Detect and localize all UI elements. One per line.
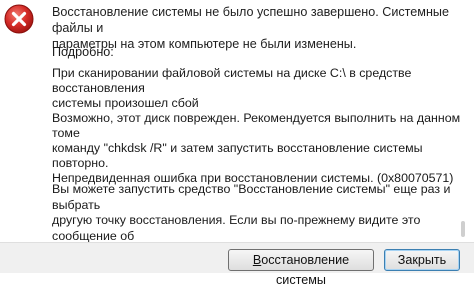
error-message: Восстановление системы не было успешно з… <box>52 5 449 51</box>
scrollbar-thumb[interactable] <box>461 221 465 237</box>
details-text: При сканировании файловой системы на дис… <box>52 66 461 185</box>
error-icon <box>4 4 34 34</box>
restore-button-label: осстановление системы <box>261 253 350 287</box>
restore-hotkey-letter: В <box>252 253 262 267</box>
system-restore-button[interactable]: Восстановление системы <box>228 249 374 287</box>
error-dialog: Восстановление системы не было успешно з… <box>0 0 474 287</box>
details-heading: Подробно: <box>52 45 114 59</box>
close-button[interactable]: Закрыть <box>384 249 460 271</box>
